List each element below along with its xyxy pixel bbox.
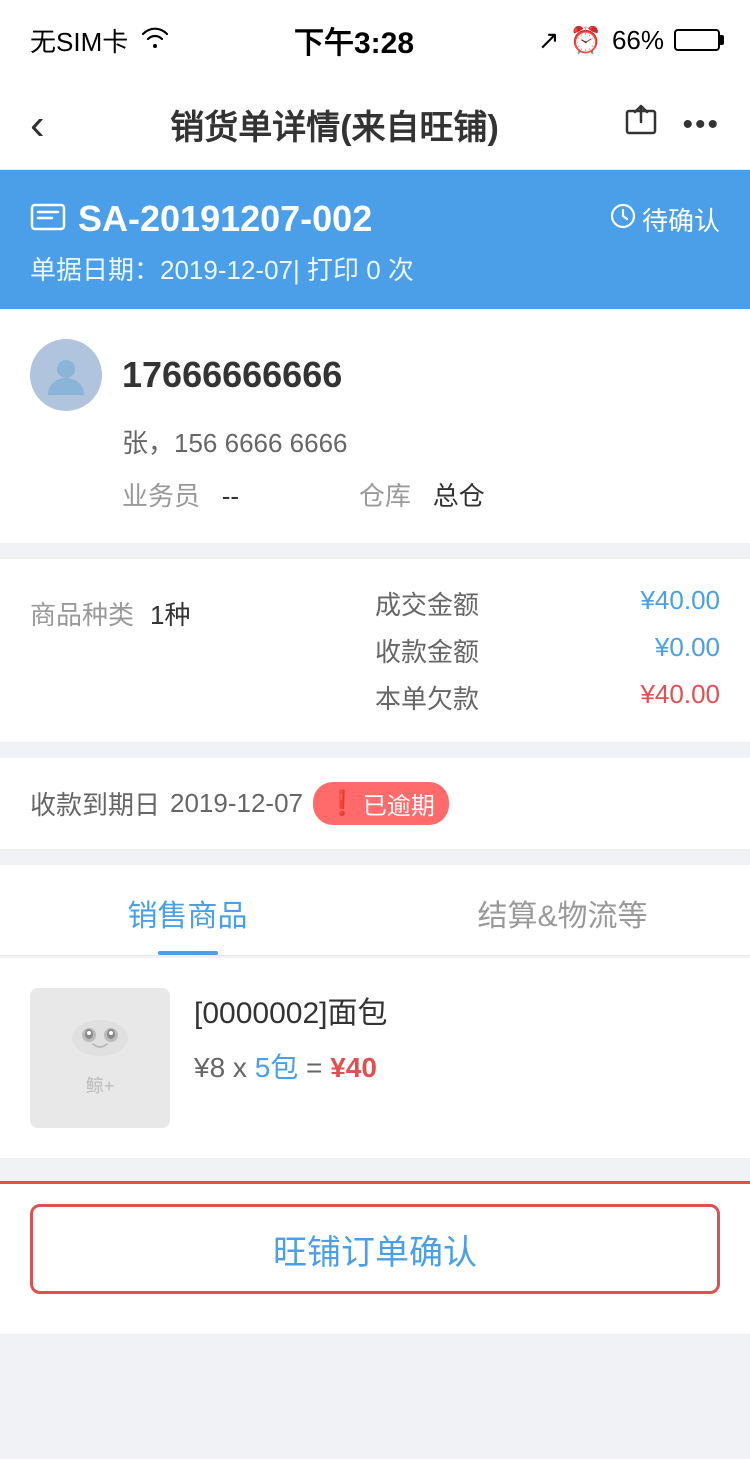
amount-value: ¥40.00 [640,585,720,622]
bottom-bar: 旺铺订单确认 [0,1181,750,1334]
overdue-card: 收款到期日 2019-12-07 ❗ 已逾期 [0,758,750,849]
debt-row: 本单欠款 ¥40.00 [375,679,720,716]
battery-icon [674,29,720,51]
received-row: 收款金额 ¥0.00 [375,632,720,669]
price-total: ¥40 [330,1052,377,1083]
order-status: 待确认 [610,201,720,238]
status-bar: 无SIM卡 下午3:28 ↗ ⏰ 66% [0,0,750,80]
customer-meta: 业务员 -- 仓库 总仓 [122,476,720,513]
clock-icon [610,203,636,236]
tabs-bar: 销售商品 结算&物流等 [0,865,750,956]
debt-label: 本单欠款 [375,679,479,716]
sim-text: 无SIM卡 [30,22,128,59]
received-value: ¥0.00 [655,632,720,669]
customer-phone: 17666666666 [122,354,342,396]
price-qty: 5包 [255,1052,299,1083]
product-info: [0000002]面包 ¥8 x 5包 = ¥40 [194,988,720,1128]
amount-row: 成交金额 ¥40.00 [375,585,720,622]
customer-card: 17666666666 张，156 6666 6666 业务员 -- 仓库 总仓 [0,309,750,543]
status-left: 无SIM卡 [30,22,170,59]
battery-percent: 66% [612,25,664,56]
eq-text: = [298,1052,330,1083]
overdue-badge: ❗ 已逾期 [313,782,449,825]
confirm-button[interactable]: 旺铺订单确认 [30,1204,720,1294]
tab-settlement-logistics[interactable]: 结算&物流等 [375,865,750,955]
debt-value: ¥40.00 [640,679,720,716]
warehouse-value: 总仓 [433,481,485,511]
amounts-section: 成交金额 ¥40.00 收款金额 ¥0.00 本单欠款 ¥40.00 [375,585,720,716]
category-section: 商品种类 1种 [30,585,375,632]
order-id: SA-20191207-002 [30,198,372,240]
more-button[interactable]: ••• [682,108,720,142]
sales-value: -- [222,481,239,511]
product-logo-text: 鲸+ [86,1072,115,1098]
table-row: 鲸+ [0000002]面包 ¥8 x 5包 = ¥40 [0,958,750,1159]
order-id-row: SA-20191207-002 待确认 [30,198,720,240]
location-icon: ↗ [538,25,560,56]
overdue-exclaim-icon: ❗ [327,789,357,818]
overdue-text: 已逾期 [363,786,435,821]
received-label: 收款金额 [375,632,479,669]
summary-card: 商品种类 1种 成交金额 ¥40.00 收款金额 ¥0.00 本单欠款 ¥40.… [0,559,750,742]
status-right: ↗ ⏰ 66% [538,25,720,56]
alarm-icon: ⏰ [570,25,602,56]
nav-actions: ••• [624,103,720,146]
due-date: 2019-12-07 [170,788,303,819]
amount-label: 成交金额 [375,585,479,622]
sales-label: 业务员 [122,481,200,511]
nav-bar: ‹ 销货单详情(来自旺铺) ••• [0,80,750,170]
customer-name: 张，156 6666 6666 [122,423,720,460]
price-text: ¥8 x [194,1052,255,1083]
product-name: [0000002]面包 [194,988,720,1032]
tab-sales-products[interactable]: 销售商品 [0,865,375,955]
due-date-label: 收款到期日 [30,785,160,822]
category-value: 1种 [150,595,190,632]
product-list: 鲸+ [0000002]面包 ¥8 x 5包 = ¥40 [0,958,750,1159]
page-title: 销货单详情(来自旺铺) [170,100,499,149]
order-date: 单据日期：2019-12-07| 打印 0 次 [30,250,720,287]
avatar [30,339,102,411]
product-thumbnail: 鲸+ [30,988,170,1128]
warehouse-label: 仓库 [359,481,411,511]
back-button[interactable]: ‹ [30,100,45,150]
category-label: 商品种类 [30,595,134,632]
order-header-card: SA-20191207-002 待确认 单据日期：2019-12-07| 打印 … [0,170,750,309]
wifi-icon [140,25,170,56]
order-icon [30,198,66,240]
status-time: 下午3:28 [294,18,414,62]
product-price: ¥8 x 5包 = ¥40 [194,1046,720,1086]
share-button[interactable] [624,103,658,146]
product-logo: 鲸+ [65,1018,135,1098]
customer-row: 17666666666 [30,339,720,411]
